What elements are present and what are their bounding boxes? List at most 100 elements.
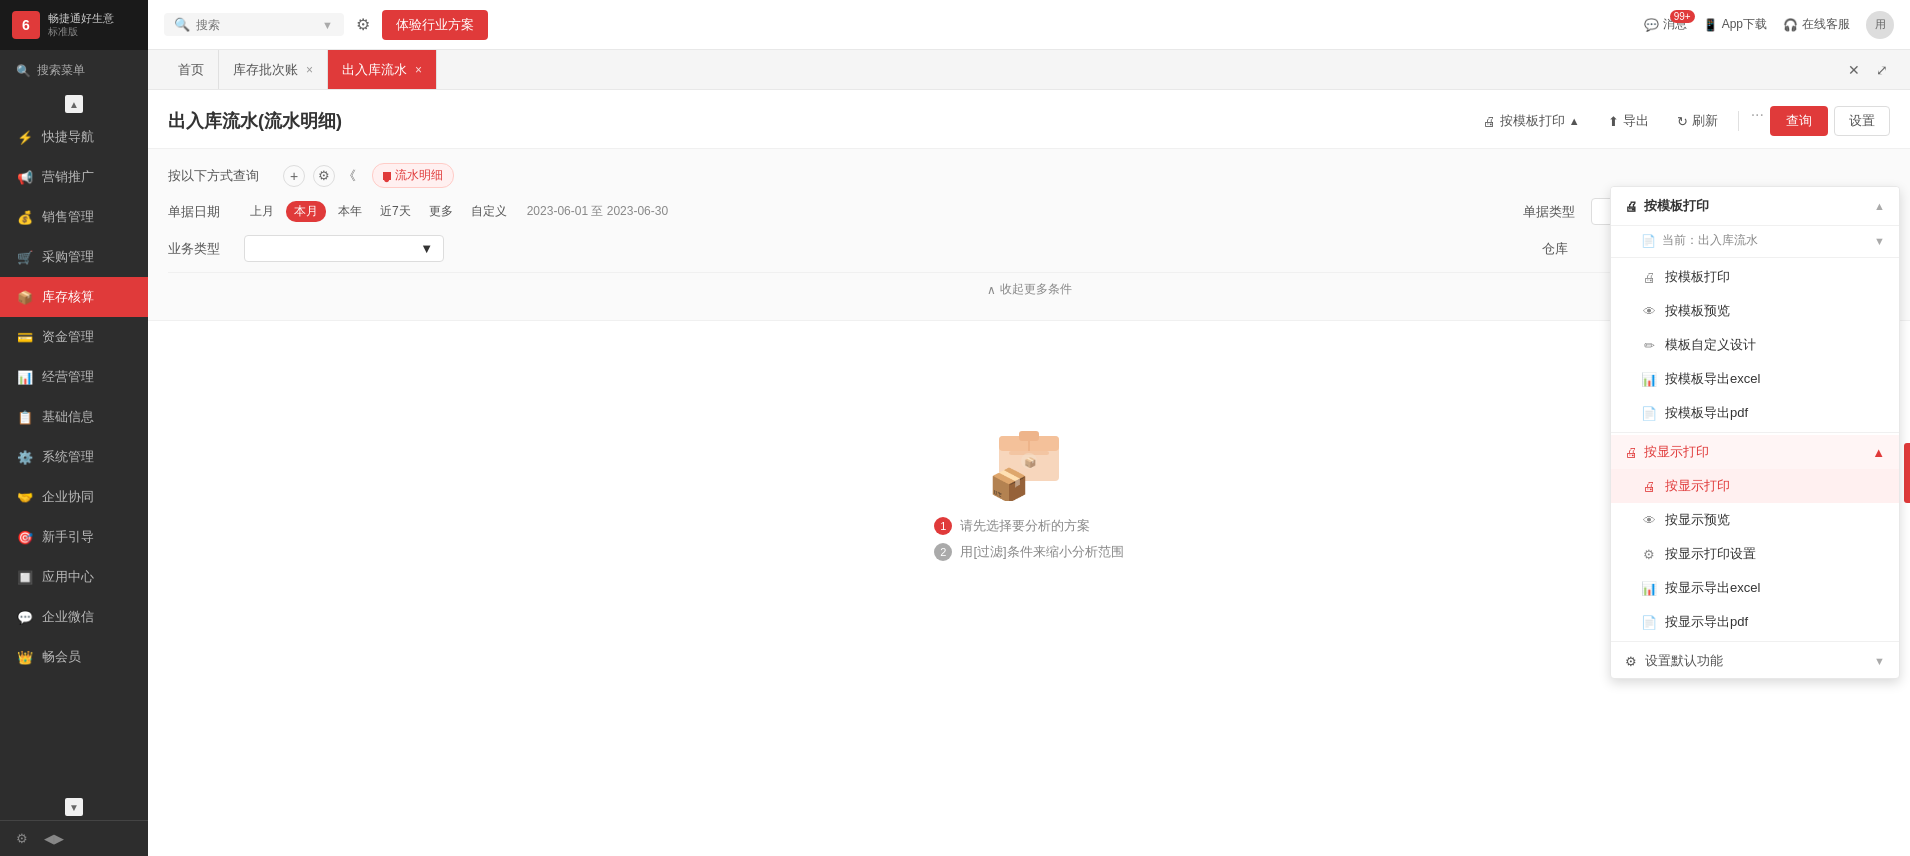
app-download-icon: 📱 <box>1703 18 1718 32</box>
sidebar-item-operations[interactable]: 📊 经营管理 <box>0 357 148 397</box>
message-item[interactable]: 💬 消息 99+ <box>1644 16 1687 33</box>
default-func-label: 设置默认功能 <box>1645 652 1723 670</box>
display-preview-item[interactable]: 👁 按显示预览 <box>1611 503 1899 537</box>
customer-service-item[interactable]: 🎧 在线客服 <box>1783 16 1850 33</box>
tab-bar: 首页 库存批次账 × 出入库流水 × ✕ ⤢ <box>148 50 1910 90</box>
display-print-item[interactable]: 🖨 按显示打印 <box>1611 469 1899 503</box>
user-avatar[interactable]: 用 <box>1866 11 1894 39</box>
sidebar-item-member[interactable]: 👑 畅会员 <box>0 637 148 677</box>
sidebar-item-enterprise[interactable]: 🤝 企业协同 <box>0 477 148 517</box>
tab-batch-ledger-label: 库存批次账 <box>233 61 298 79</box>
date-btn-last-month[interactable]: 上月 <box>244 201 280 222</box>
refresh-icon: ↻ <box>1677 114 1688 129</box>
setting-button[interactable]: 设置 <box>1834 106 1890 136</box>
purchase-icon: 🛒 <box>16 248 34 266</box>
sidebar-item-system[interactable]: ⚙️ 系统管理 <box>0 437 148 477</box>
dropdown-print-icon: 🖨 <box>1625 199 1638 214</box>
sidebar-item-inventory[interactable]: 📦 库存核算 <box>0 277 148 317</box>
business-type-select[interactable]: ▼ <box>244 235 444 262</box>
tab-batch-ledger-close[interactable]: × <box>306 63 313 77</box>
sidebar-item-basic-info[interactable]: 📋 基础信息 <box>0 397 148 437</box>
print-label: 按模板打印 <box>1500 112 1565 130</box>
template-print-item[interactable]: 🖨 按模板打印 <box>1611 260 1899 294</box>
tab-batch-ledger[interactable]: 库存批次账 × <box>219 50 328 89</box>
print-btn[interactable]: 🖨 按模板打印 ▲ <box>1475 108 1588 134</box>
search-menu-btn[interactable]: 🔍 搜索菜单 <box>10 58 138 83</box>
sidebar-label-app-center: 应用中心 <box>42 568 94 586</box>
display-print-section[interactable]: 🖨 按显示打印 ▲ <box>1611 435 1899 469</box>
sidebar-search[interactable]: 🔍 搜索菜单 <box>0 50 148 91</box>
default-func-item[interactable]: ⚙ 设置默认功能 ▼ <box>1611 644 1899 678</box>
top-search-input[interactable] <box>196 18 316 32</box>
export-btn[interactable]: ⬆ 导出 <box>1600 108 1657 134</box>
template-pdf-item[interactable]: 📄 按模板导出pdf <box>1611 396 1899 430</box>
display-excel-item[interactable]: 📊 按显示导出excel <box>1611 571 1899 605</box>
flow-detail-tag[interactable]: ● 流水明细 <box>372 163 454 188</box>
divider-1 <box>1611 257 1899 258</box>
date-btn-this-year[interactable]: 本年 <box>332 201 368 222</box>
sidebar-item-sales[interactable]: 💰 销售管理 <box>0 197 148 237</box>
more-options-icon[interactable]: ··· <box>1751 106 1764 136</box>
top-search[interactable]: 🔍 ▼ <box>164 13 344 36</box>
template-preview-item[interactable]: 👁 按模板预览 <box>1611 294 1899 328</box>
sidebar-item-wechat[interactable]: 💬 企业微信 <box>0 597 148 637</box>
query-button[interactable]: 查询 <box>1770 106 1828 136</box>
sidebar-item-quick-nav[interactable]: ⚡ 快捷导航 <box>0 117 148 157</box>
settings-gear-icon[interactable]: ⚙ <box>356 15 370 34</box>
tab-close-btn[interactable]: ✕ <box>1842 58 1866 82</box>
refresh-btn[interactable]: ↻ 刷新 <box>1669 108 1726 134</box>
current-template-chevron[interactable]: ▼ <box>1874 235 1885 247</box>
filter-add-btn[interactable]: + <box>283 165 305 187</box>
tip-text-2: 用[过滤]条件来缩小分析范围 <box>960 543 1123 561</box>
operations-icon: 📊 <box>16 368 34 386</box>
template-custom-item[interactable]: ✏ 模板自定义设计 <box>1611 328 1899 362</box>
filter-row-1: 按以下方式查询 + ⚙ 《 ● 流水明细 <box>168 163 1890 188</box>
sidebar-item-purchase[interactable]: 🛒 采购管理 <box>0 237 148 277</box>
dropdown-collapse-icon[interactable]: ▲ <box>1874 200 1885 212</box>
tab-flow[interactable]: 出入库流水 × <box>328 50 437 89</box>
settings-icon[interactable]: ⚙ <box>16 831 28 846</box>
display-print-settings-item[interactable]: ⚙ 按显示打印设置 <box>1611 537 1899 571</box>
display-pdf-item[interactable]: 📄 按显示导出pdf <box>1611 605 1899 639</box>
top-search-icon: 🔍 <box>174 17 190 32</box>
top-search-chevron-icon[interactable]: ▼ <box>322 19 333 31</box>
sidebar-item-marketing[interactable]: 📢 营销推广 <box>0 157 148 197</box>
sidebar-item-finance[interactable]: 💳 资金管理 <box>0 317 148 357</box>
divider <box>1738 111 1739 131</box>
filter-collapse-btn[interactable]: 《 <box>343 167 356 185</box>
tab-home[interactable]: 首页 <box>164 50 219 89</box>
print-chevron-icon[interactable]: ▲ <box>1569 115 1580 127</box>
display-print-section-icon: 🖨 <box>1625 445 1638 460</box>
tip-num-2: 2 <box>934 543 952 561</box>
sidebar-item-newbie[interactable]: 🎯 新手引导 <box>0 517 148 557</box>
display-print-section-chevron[interactable]: ▲ <box>1872 445 1885 460</box>
date-btn-custom[interactable]: 自定义 <box>465 201 513 222</box>
app-download-item[interactable]: 📱 App下载 <box>1703 16 1767 33</box>
sidebar-scroll-down-btn[interactable]: ▼ <box>65 798 83 816</box>
display-excel-icon: 📊 <box>1641 580 1657 596</box>
template-pdf-label: 按模板导出pdf <box>1665 404 1748 422</box>
date-btn-recent-7[interactable]: 近7天 <box>374 201 417 222</box>
type-label: 单据类型 <box>1523 203 1583 221</box>
tab-flow-label: 出入库流水 <box>342 61 407 79</box>
display-print-label: 按显示打印 <box>1665 477 1730 495</box>
system-icon: ⚙️ <box>16 448 34 466</box>
tab-flow-close[interactable]: × <box>415 63 422 77</box>
sidebar-label-member: 畅会员 <box>42 648 81 666</box>
tab-expand-btn[interactable]: ⤢ <box>1870 58 1894 82</box>
date-btn-this-month[interactable]: 本月 <box>286 201 326 222</box>
collapse-sidebar-icon[interactable]: ◀▶ <box>44 831 64 846</box>
sidebar-scroll-up-btn[interactable]: ▲ <box>65 95 83 113</box>
template-preview-label: 按模板预览 <box>1665 302 1730 320</box>
industry-solution-button[interactable]: 体验行业方案 <box>382 10 488 40</box>
display-print-settings-label: 按显示打印设置 <box>1665 545 1756 563</box>
finance-icon: 💳 <box>16 328 34 346</box>
template-excel-item[interactable]: 📊 按模板导出excel <box>1611 362 1899 396</box>
date-btn-more[interactable]: 更多 <box>423 201 459 222</box>
filter-setting-btn[interactable]: ⚙ <box>313 165 335 187</box>
query-actions: ··· 查询 设置 <box>1751 106 1890 136</box>
sidebar-item-app-center[interactable]: 🔲 应用中心 <box>0 557 148 597</box>
collapse-label: 收起更多条件 <box>1000 281 1072 298</box>
date-label: 单据日期 <box>168 203 228 221</box>
current-template-label: 📄 当前：出入库流水 ▼ <box>1611 226 1899 255</box>
